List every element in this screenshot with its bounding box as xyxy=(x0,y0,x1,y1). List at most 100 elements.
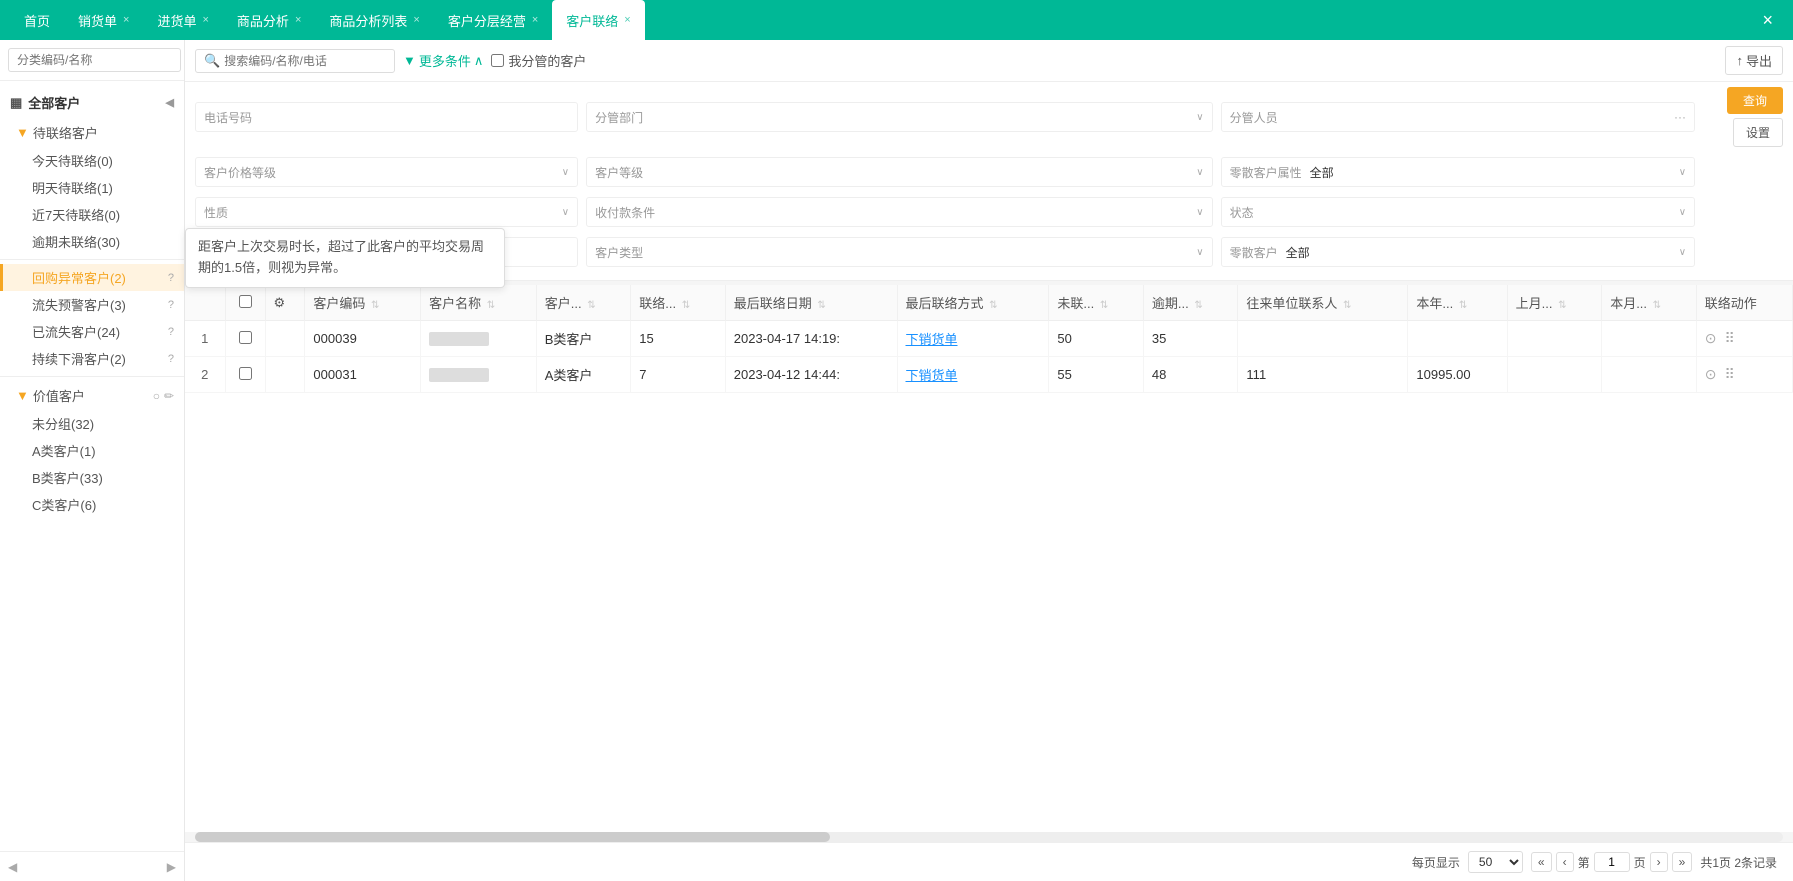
sidebar-item-class-a[interactable]: A类客户(1) xyxy=(0,437,184,464)
query-button[interactable]: 查询 xyxy=(1727,87,1783,114)
sidebar-item-declining[interactable]: 持续下滑客户(2) ? xyxy=(0,345,184,372)
nav-item-product-analysis[interactable]: 商品分析 × xyxy=(223,0,315,40)
filter-payment-terms[interactable]: 收付款条件 ∨ xyxy=(586,197,1213,227)
value-group-arrow: ▼ xyxy=(16,388,29,403)
row-checkbox[interactable] xyxy=(239,367,252,380)
sidebar-item-7days-pending[interactable]: 近7天待联络(0) xyxy=(0,201,184,228)
horizontal-scrollbar[interactable] xyxy=(195,832,1783,842)
col-header-last-month[interactable]: 上月... ⇅ xyxy=(1507,285,1602,321)
nav-close-purchase[interactable]: × xyxy=(202,14,208,26)
col-header-this-month[interactable]: 本月... ⇅ xyxy=(1602,285,1697,321)
sidebar-item-ungroups[interactable]: 未分组(32) xyxy=(0,410,184,437)
view-icon[interactable]: ⊙ xyxy=(1705,366,1717,383)
page-number-input[interactable] xyxy=(1594,852,1630,872)
filter-retail-customer[interactable]: 零散客户 全部 ∨ xyxy=(1221,237,1695,267)
my-customer-checkbox[interactable] xyxy=(491,54,504,67)
filter-nature[interactable]: 性质 ∨ xyxy=(195,197,578,227)
nav-item-product-analysis-list[interactable]: 商品分析列表 × xyxy=(315,0,433,40)
pending-contact-group[interactable]: ▼ 待联络客户 xyxy=(0,118,184,147)
prev-page-button[interactable]: ‹ xyxy=(1556,852,1574,872)
col-header-customer-code[interactable]: 客户编码 ⇅ xyxy=(305,285,421,321)
row-last-contact-method[interactable]: 下销货单 xyxy=(897,357,1049,393)
sidebar-item-class-c[interactable]: C类客户(6) xyxy=(0,491,184,518)
nav-item-home[interactable]: 首页 xyxy=(10,0,64,40)
row-unit-contact xyxy=(1238,321,1408,357)
sidebar-item-overdue-pending[interactable]: 逾期未联络(30) xyxy=(0,228,184,255)
page-total-label: 共1页 2条记录 xyxy=(1700,854,1777,871)
filter-customer-level[interactable]: 客户等级 ∨ xyxy=(586,157,1213,187)
collapse-sidebar-button[interactable]: ◀ xyxy=(166,96,174,109)
filter-managing-dept[interactable]: 分管部门 ∨ xyxy=(586,102,1213,132)
next-page-button[interactable]: › xyxy=(1650,852,1668,872)
value-group-edit-icon[interactable]: ✏ xyxy=(164,389,174,403)
sidebar-item-tomorrow-pending[interactable]: 明天待联络(1) xyxy=(0,174,184,201)
col-header-last-contact-date[interactable]: 最后联络日期 ⇅ xyxy=(725,285,897,321)
sidebar-item-already-lost[interactable]: 已流失客户(24) ? xyxy=(0,318,184,345)
filter-managing-person[interactable]: 分管人员 ··· xyxy=(1221,102,1695,132)
col-header-this-year[interactable]: 本年... ⇅ xyxy=(1408,285,1507,321)
col-header-check[interactable] xyxy=(225,285,265,321)
search-input-wrap: 🔍 xyxy=(195,49,395,73)
row-checkbox[interactable] xyxy=(239,331,252,344)
nav-close-customer-tier[interactable]: × xyxy=(532,14,538,26)
sidebar-item-class-b[interactable]: B类客户(33) xyxy=(0,464,184,491)
window-close-button[interactable]: × xyxy=(1752,10,1783,31)
row-customer-type: A类客户 xyxy=(536,357,631,393)
nav-item-purchase[interactable]: 进货单 × xyxy=(143,0,222,40)
filter-icon: ▼ xyxy=(403,53,416,68)
sidebar-item-lost-warning[interactable]: 流失预警客户(3) ? xyxy=(0,291,184,318)
sidebar-item-abnormal-repurchase[interactable]: 回购异常客户(2) ? xyxy=(0,264,184,291)
more-action-icon[interactable]: ⠿ xyxy=(1724,330,1734,347)
more-action-icon[interactable]: ⠿ xyxy=(1724,366,1734,383)
value-group-circle-icon[interactable]: ○ xyxy=(153,389,160,403)
main-search-input[interactable] xyxy=(224,54,384,68)
category-search-input[interactable] xyxy=(8,48,181,72)
row-this-month xyxy=(1602,321,1697,357)
col-header-unit-contact[interactable]: 往来单位联系人 ⇅ xyxy=(1238,285,1408,321)
nav-close-customer-contact[interactable]: × xyxy=(624,14,630,26)
filter-customer-type[interactable]: 客户类型 ∨ xyxy=(586,237,1213,267)
sidebar: 🔍 ▦ 全部客户 ◀ ▼ 待联络客户 今天待联络(0) 明天待联络(1) 近7天… xyxy=(0,40,185,881)
col-header-not-contact[interactable]: 未联... ⇅ xyxy=(1049,285,1144,321)
settings-button[interactable]: 设置 xyxy=(1733,118,1783,147)
scrollbar-thumb[interactable] xyxy=(195,832,830,842)
filter-retail-attr[interactable]: 零散客户属性 全部 ∨ xyxy=(1221,157,1695,187)
nav-item-sales[interactable]: 销货单 × xyxy=(64,0,143,40)
more-conditions-button[interactable]: ▼ 更多条件 ∧ xyxy=(403,51,483,70)
sidebar-scroll-left[interactable]: ◀ xyxy=(8,860,17,874)
row-num: 2 xyxy=(185,357,225,393)
nav-close-product-analysis[interactable]: × xyxy=(295,14,301,26)
last-page-button[interactable]: » xyxy=(1672,852,1693,872)
contact-method-link[interactable]: 下销货单 xyxy=(906,332,958,347)
filter-price-level[interactable]: 客户价格等级 ∨ xyxy=(195,157,578,187)
nav-item-customer-contact[interactable]: 客户联络 × xyxy=(552,0,644,40)
filter-status[interactable]: 状态 ∨ xyxy=(1221,197,1695,227)
filter-phone-number[interactable]: 电话号码 xyxy=(195,102,578,132)
export-button[interactable]: ↑ 导出 xyxy=(1725,46,1783,75)
sidebar-item-today-pending[interactable]: 今天待联络(0) xyxy=(0,147,184,174)
col-header-settings[interactable]: ⚙ xyxy=(265,285,305,321)
select-all-checkbox[interactable] xyxy=(239,295,252,308)
sidebar-scroll-right[interactable]: ▶ xyxy=(167,860,176,874)
customer-table-area: ⚙ 客户编码 ⇅ 客户名称 ⇅ 客户... ⇅ 联络... ⇅ 最后联络日期 ⇅… xyxy=(185,285,1793,832)
nav-close-sales[interactable]: × xyxy=(123,14,129,26)
abnormal-info-icon: ? xyxy=(168,272,174,284)
col-header-overdue[interactable]: 逾期... ⇅ xyxy=(1143,285,1238,321)
view-icon[interactable]: ⊙ xyxy=(1705,330,1717,347)
col-header-contact[interactable]: 联络... ⇅ xyxy=(631,285,726,321)
export-icon: ↑ xyxy=(1736,53,1743,68)
nav-item-customer-tier[interactable]: 客户分层经营 × xyxy=(434,0,552,40)
row-checkbox-cell[interactable] xyxy=(225,321,265,357)
row-customer-name xyxy=(421,357,537,393)
nav-close-product-analysis-list[interactable]: × xyxy=(413,14,419,26)
row-last-contact-method[interactable]: 下销货单 xyxy=(897,321,1049,357)
col-header-customer-type[interactable]: 客户... ⇅ xyxy=(536,285,631,321)
page-size-select[interactable]: 50 10 20 100 xyxy=(1468,851,1523,873)
row-checkbox-cell[interactable] xyxy=(225,357,265,393)
col-header-last-contact-method[interactable]: 最后联络方式 ⇅ xyxy=(897,285,1049,321)
all-customers-node[interactable]: ▦ 全部客户 ◀ xyxy=(0,87,184,118)
value-customer-group[interactable]: ▼ 价值客户 ○ ✏ xyxy=(0,381,184,410)
contact-method-link[interactable]: 下销货单 xyxy=(906,368,958,383)
first-page-button[interactable]: « xyxy=(1531,852,1552,872)
col-header-customer-name[interactable]: 客户名称 ⇅ xyxy=(421,285,537,321)
